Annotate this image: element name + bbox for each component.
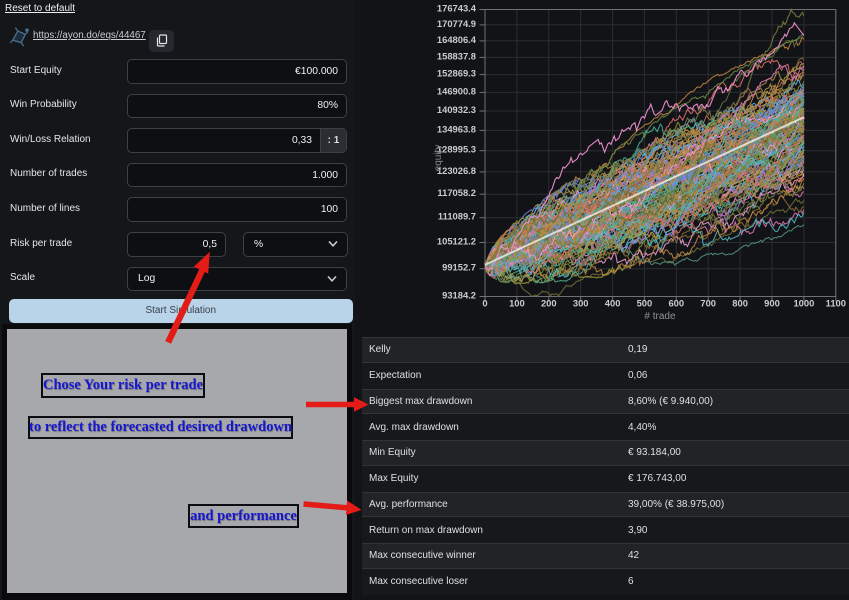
svg-text:800: 800	[732, 298, 748, 309]
svg-text:99152.7: 99152.7	[442, 262, 476, 273]
svg-text:500: 500	[637, 298, 653, 309]
svg-text:158837.8: 158837.8	[437, 50, 476, 61]
svg-text:164806.4: 164806.4	[437, 34, 477, 45]
svg-text:700: 700	[700, 298, 716, 309]
svg-text:1100: 1100	[826, 298, 846, 309]
svg-text:134963.8: 134963.8	[437, 123, 476, 134]
svg-text:# trade: # trade	[644, 311, 676, 322]
svg-text:900: 900	[764, 298, 780, 309]
svg-text:111089.7: 111089.7	[438, 211, 476, 222]
svg-text:140932.3: 140932.3	[437, 104, 476, 115]
svg-text:117058.2: 117058.2	[437, 187, 476, 198]
svg-text:600: 600	[668, 298, 684, 309]
svg-text:176743.4: 176743.4	[437, 2, 477, 13]
svg-text:100: 100	[509, 298, 525, 309]
svg-text:146900.8: 146900.8	[437, 85, 476, 96]
svg-text:1000: 1000	[793, 298, 814, 309]
svg-text:93184.2: 93184.2	[442, 289, 476, 300]
svg-text:400: 400	[605, 298, 621, 309]
svg-text:equity: equity	[433, 145, 444, 172]
svg-text:0: 0	[482, 298, 487, 309]
svg-text:300: 300	[573, 298, 589, 309]
svg-text:170774.9: 170774.9	[437, 18, 476, 29]
svg-text:152869.3: 152869.3	[437, 68, 476, 79]
svg-text:200: 200	[541, 298, 557, 309]
svg-text:105121.2: 105121.2	[437, 235, 476, 246]
